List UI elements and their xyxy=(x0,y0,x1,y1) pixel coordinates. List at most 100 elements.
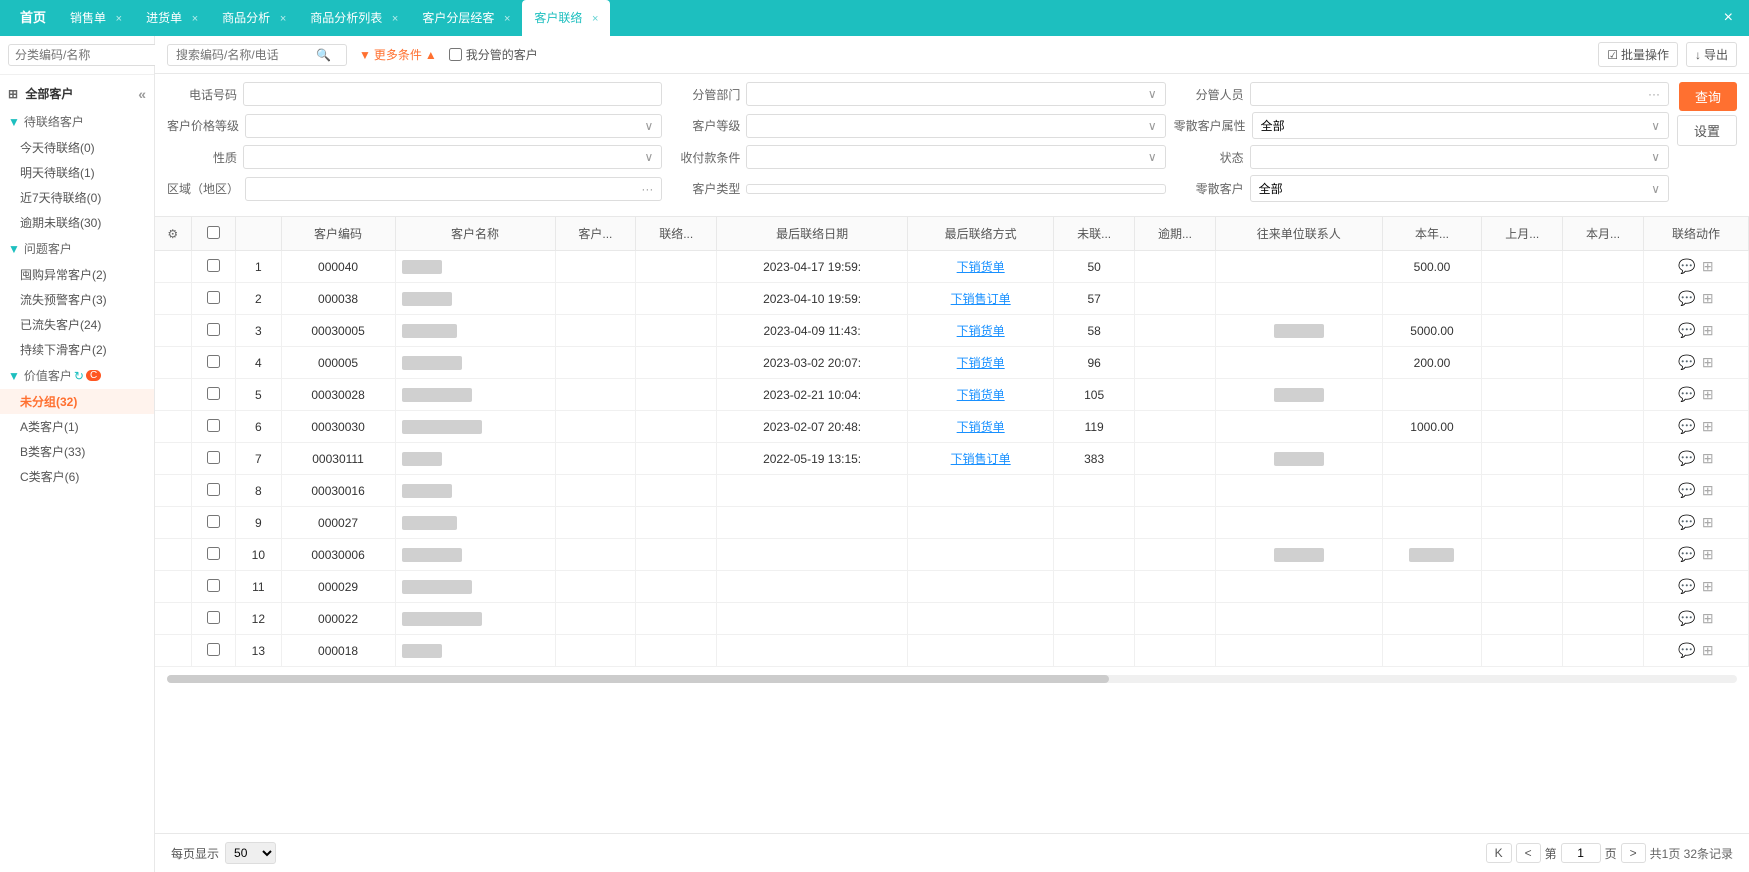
next-page-button[interactable]: > xyxy=(1621,843,1646,863)
nav-customer-contact[interactable]: 客户联络 × xyxy=(522,0,610,36)
contact-action-icon[interactable]: 💬 xyxy=(1678,450,1695,467)
row-checkbox[interactable] xyxy=(207,547,220,560)
overdue-header[interactable]: 逾期... xyxy=(1135,217,1216,251)
last-contact-link[interactable]: 下销售订单 xyxy=(951,452,1011,466)
row-last-way-cell[interactable] xyxy=(908,475,1054,507)
close-product-list-icon[interactable]: × xyxy=(392,13,398,25)
more-action-icon[interactable]: ⊞ xyxy=(1702,514,1714,531)
category-search-input[interactable] xyxy=(8,44,177,66)
row-checkbox[interactable] xyxy=(207,259,220,272)
more-action-icon[interactable]: ⊞ xyxy=(1702,290,1714,307)
more-action-icon[interactable]: ⊞ xyxy=(1702,610,1714,627)
contact-action-icon[interactable]: 💬 xyxy=(1678,290,1695,307)
more-action-icon[interactable]: ⊞ xyxy=(1702,386,1714,403)
main-search-icon[interactable]: 🔍 xyxy=(316,48,331,62)
more-action-icon[interactable]: ⊞ xyxy=(1702,642,1714,659)
query-button[interactable]: 查询 xyxy=(1679,82,1737,111)
close-purchase-icon[interactable]: × xyxy=(192,13,198,25)
contact-action-icon[interactable]: 💬 xyxy=(1678,546,1695,563)
last-contact-link[interactable]: 下销售订单 xyxy=(951,292,1011,306)
customer-type-select[interactable] xyxy=(746,184,1165,194)
horizontal-scrollbar[interactable] xyxy=(167,675,1737,683)
row-last-way-cell[interactable]: 下销货单 xyxy=(908,251,1054,283)
row-checkbox[interactable] xyxy=(207,515,220,528)
last-contact-link[interactable]: 下销货单 xyxy=(957,420,1005,434)
row-checkbox[interactable] xyxy=(207,451,220,464)
this-month-header[interactable]: 本月... xyxy=(1563,217,1644,251)
contact-action-icon[interactable]: 💬 xyxy=(1678,418,1695,435)
row-last-way-cell[interactable]: 下销货单 xyxy=(908,379,1054,411)
export-button[interactable]: ↓ 导出 xyxy=(1686,42,1737,67)
nav-customer-segmentation[interactable]: 客户分层经客 × xyxy=(410,0,522,36)
more-action-icon[interactable]: ⊞ xyxy=(1702,450,1714,467)
row-last-way-cell[interactable]: 下销货单 xyxy=(908,315,1054,347)
sidebar-item-7days[interactable]: 近7天待联络(0) xyxy=(0,185,154,210)
sidebar-item-declining[interactable]: 持续下滑客户(2) xyxy=(0,337,154,362)
customer-level-select[interactable]: ∨ xyxy=(746,114,1165,138)
department-select[interactable]: ∨ xyxy=(746,82,1165,106)
my-customers-checkbox[interactable]: 我分管的客户 xyxy=(449,46,538,63)
close-sales-icon[interactable]: × xyxy=(116,13,122,25)
more-action-icon[interactable]: ⊞ xyxy=(1702,418,1714,435)
contact-action-icon[interactable]: 💬 xyxy=(1678,322,1695,339)
row-last-way-cell[interactable] xyxy=(908,635,1054,667)
type-column-header[interactable]: 客户... xyxy=(555,217,636,251)
row-checkbox[interactable] xyxy=(207,611,220,624)
contact-action-icon[interactable]: 💬 xyxy=(1678,578,1695,595)
last-month-header[interactable]: 上月... xyxy=(1482,217,1563,251)
region-select[interactable]: ··· xyxy=(245,177,662,201)
contact-column-header[interactable]: 联络... xyxy=(636,217,717,251)
batch-op-button[interactable]: ☑ 批量操作 xyxy=(1598,42,1678,67)
phone-input[interactable] xyxy=(243,82,662,106)
last-contact-link[interactable]: 下销货单 xyxy=(957,260,1005,274)
scrollbar-thumb[interactable] xyxy=(167,675,1109,683)
nature-select[interactable]: ∨ xyxy=(243,145,662,169)
contact-action-icon[interactable]: 💬 xyxy=(1678,610,1695,627)
sidebar-item-ungrouped[interactable]: 未分组(32) xyxy=(0,389,154,414)
contact-action-icon[interactable]: 💬 xyxy=(1678,354,1695,371)
row-last-way-cell[interactable]: 下销货单 xyxy=(908,347,1054,379)
page-size-select[interactable]: 50 20 100 xyxy=(225,842,276,864)
row-last-way-cell[interactable] xyxy=(908,603,1054,635)
more-action-icon[interactable]: ⊞ xyxy=(1702,482,1714,499)
retail-customer-select[interactable]: 全部 ∨ xyxy=(1250,175,1669,202)
row-last-way-cell[interactable] xyxy=(908,507,1054,539)
sidebar-section-problem[interactable]: ▼ 问题客户 xyxy=(0,235,154,262)
price-level-select[interactable]: ∨ xyxy=(245,114,662,138)
sidebar-item-churned[interactable]: 已流失客户(24) xyxy=(0,312,154,337)
nav-sales[interactable]: 销售单 × xyxy=(58,0,134,36)
sidebar-item-b-class[interactable]: B类客户(33) xyxy=(0,439,154,464)
sidebar-item-today[interactable]: 今天待联络(0) xyxy=(0,135,154,160)
row-checkbox[interactable] xyxy=(207,355,220,368)
row-last-way-cell[interactable]: 下销售订单 xyxy=(908,443,1054,475)
row-checkbox[interactable] xyxy=(207,387,220,400)
current-page-input[interactable] xyxy=(1561,843,1601,863)
row-checkbox[interactable] xyxy=(207,291,220,304)
row-checkbox[interactable] xyxy=(207,483,220,496)
sidebar-section-value[interactable]: ▼ 价值客户 ↻ C xyxy=(0,362,154,389)
sidebar-collapse-icon[interactable]: « xyxy=(138,86,146,102)
last-contact-way-header[interactable]: 最后联络方式 xyxy=(908,217,1054,251)
sidebar-item-c-class[interactable]: C类客户(6) xyxy=(0,464,154,489)
code-column-header[interactable]: 客户编码 xyxy=(281,217,395,251)
contact-action-icon[interactable]: 💬 xyxy=(1678,386,1695,403)
sidebar-item-tomorrow[interactable]: 明天待联络(1) xyxy=(0,160,154,185)
unit-contact-header[interactable]: 往来单位联系人 xyxy=(1215,217,1382,251)
select-all-checkbox[interactable] xyxy=(207,226,220,239)
name-column-header[interactable]: 客户名称 xyxy=(395,217,555,251)
contact-action-icon[interactable]: 💬 xyxy=(1678,482,1695,499)
my-customers-check[interactable] xyxy=(449,48,462,61)
close-customer-seg-icon[interactable]: × xyxy=(504,13,510,25)
nav-product-analysis[interactable]: 商品分析 × xyxy=(210,0,298,36)
sidebar-item-churn-warning[interactable]: 流失预警客户(3) xyxy=(0,287,154,312)
not-contact-header[interactable]: 未联... xyxy=(1054,217,1135,251)
row-last-way-cell[interactable]: 下销售订单 xyxy=(908,283,1054,315)
prev-page-button[interactable]: < xyxy=(1516,843,1541,863)
more-action-icon[interactable]: ⊞ xyxy=(1702,258,1714,275)
gear-column-header[interactable]: ⚙ xyxy=(155,217,191,251)
sidebar-item-a-class[interactable]: A类客户(1) xyxy=(0,414,154,439)
last-contact-date-header[interactable]: 最后联络日期 xyxy=(717,217,908,251)
nav-home[interactable]: 首页 xyxy=(8,0,58,36)
manager-select[interactable]: ··· xyxy=(1250,82,1669,106)
close-product-analysis-icon[interactable]: × xyxy=(280,13,286,25)
